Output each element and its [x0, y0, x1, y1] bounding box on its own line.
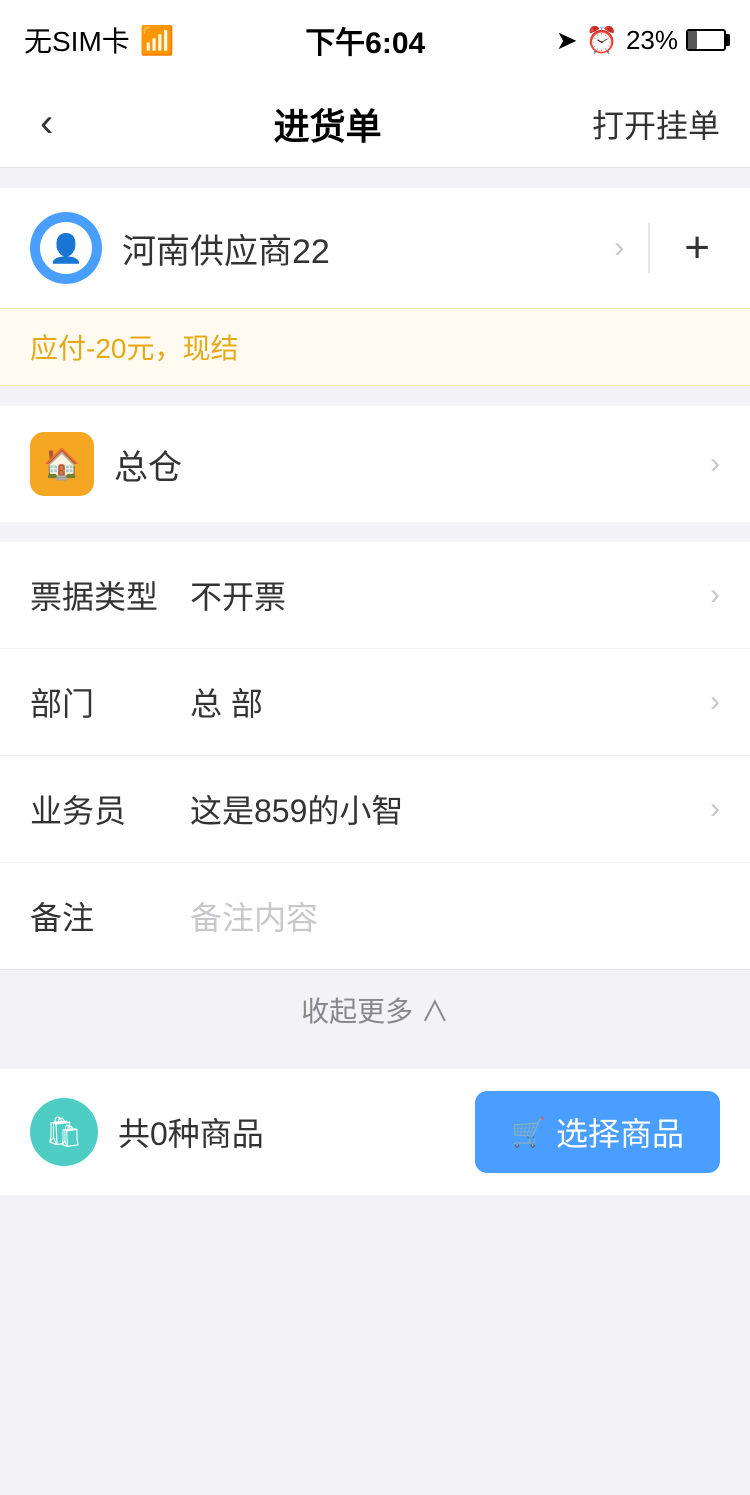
supplier-divider [648, 223, 650, 273]
invoice-value: 不开票 [190, 572, 710, 618]
supplier-name: 河南供应商22 [122, 224, 614, 273]
battery-icon [686, 29, 726, 51]
product-icon-wrap: 🛍 [30, 1098, 98, 1166]
invoice-label: 票据类型 [30, 572, 170, 618]
status-bar: 无SIM卡 📶 下午6:04 ➤ ⏰ 23% [0, 0, 750, 80]
remark-label: 备注 [30, 893, 170, 939]
info-banner: 应付-20元，现结 [0, 308, 750, 386]
person-icon: 👤 [49, 232, 84, 265]
section-gap-1 [0, 168, 750, 188]
collapse-text: 收起更多 ∧ [301, 990, 449, 1030]
section-gap-3 [0, 522, 750, 542]
department-value: 总 部 [190, 679, 710, 725]
nav-bar: ‹ 进货单 打开挂单 [0, 80, 750, 168]
salesman-row[interactable]: 业务员 这是859的小智 › [0, 756, 750, 863]
status-right: ➤ ⏰ 23% [556, 25, 726, 56]
status-left: 无SIM卡 📶 [24, 20, 175, 60]
add-button[interactable]: + [674, 218, 720, 278]
invoice-chevron-icon: › [710, 578, 720, 612]
page-title: 进货单 [274, 98, 382, 150]
warehouse-icon: 🏠 [30, 432, 94, 496]
salesman-value: 这是859的小智 [190, 786, 710, 832]
department-label: 部门 [30, 679, 170, 725]
supplier-chevron-icon: › [614, 231, 624, 265]
supplier-card: 👤 河南供应商22 › + 应付-20元，现结 [0, 188, 750, 386]
salesman-chevron-icon: › [710, 792, 720, 826]
supplier-avatar: 👤 [30, 212, 102, 284]
select-btn-label: 选择商品 [556, 1109, 684, 1155]
time-text: 下午6:04 [305, 18, 425, 62]
select-icon: 🛒 [511, 1116, 546, 1149]
battery-text: 23% [626, 25, 678, 56]
salesman-label: 业务员 [30, 786, 170, 832]
avatar-inner: 👤 [40, 222, 92, 274]
remark-input[interactable]: 备注内容 [190, 893, 720, 939]
wifi-icon: 📶 [140, 24, 175, 57]
remark-row[interactable]: 备注 备注内容 [0, 863, 750, 969]
warehouse-name: 总仓 [114, 440, 710, 489]
shopping-icon: 🛍 [45, 1115, 83, 1150]
open-pending-button[interactable]: 打开挂单 [592, 101, 720, 147]
form-card: 票据类型 不开票 › 部门 总 部 › 业务员 这是859的小智 › 备注 备注… [0, 542, 750, 969]
alarm-icon: ⏰ [586, 25, 618, 56]
product-count: 共0种商品 [118, 1109, 475, 1155]
supplier-row[interactable]: 👤 河南供应商22 › + [0, 188, 750, 308]
department-chevron-icon: › [710, 685, 720, 719]
department-row[interactable]: 部门 总 部 › [0, 649, 750, 756]
section-gap-2 [0, 386, 750, 406]
back-button[interactable]: ‹ [30, 91, 63, 156]
select-product-button[interactable]: 🛒 选择商品 [475, 1091, 720, 1173]
collapse-row[interactable]: 收起更多 ∧ [0, 969, 750, 1049]
main-background [0, 1195, 750, 1495]
product-row: 🛍 共0种商品 🛒 选择商品 [0, 1069, 750, 1195]
warehouse-chevron-icon: › [710, 447, 720, 481]
warehouse-card[interactable]: 🏠 总仓 › [0, 406, 750, 522]
warehouse-row[interactable]: 🏠 总仓 › [0, 406, 750, 522]
invoice-row[interactable]: 票据类型 不开票 › [0, 542, 750, 649]
carrier-text: 无SIM卡 [24, 20, 130, 60]
house-icon: 🏠 [43, 447, 80, 482]
location-icon: ➤ [556, 25, 578, 56]
